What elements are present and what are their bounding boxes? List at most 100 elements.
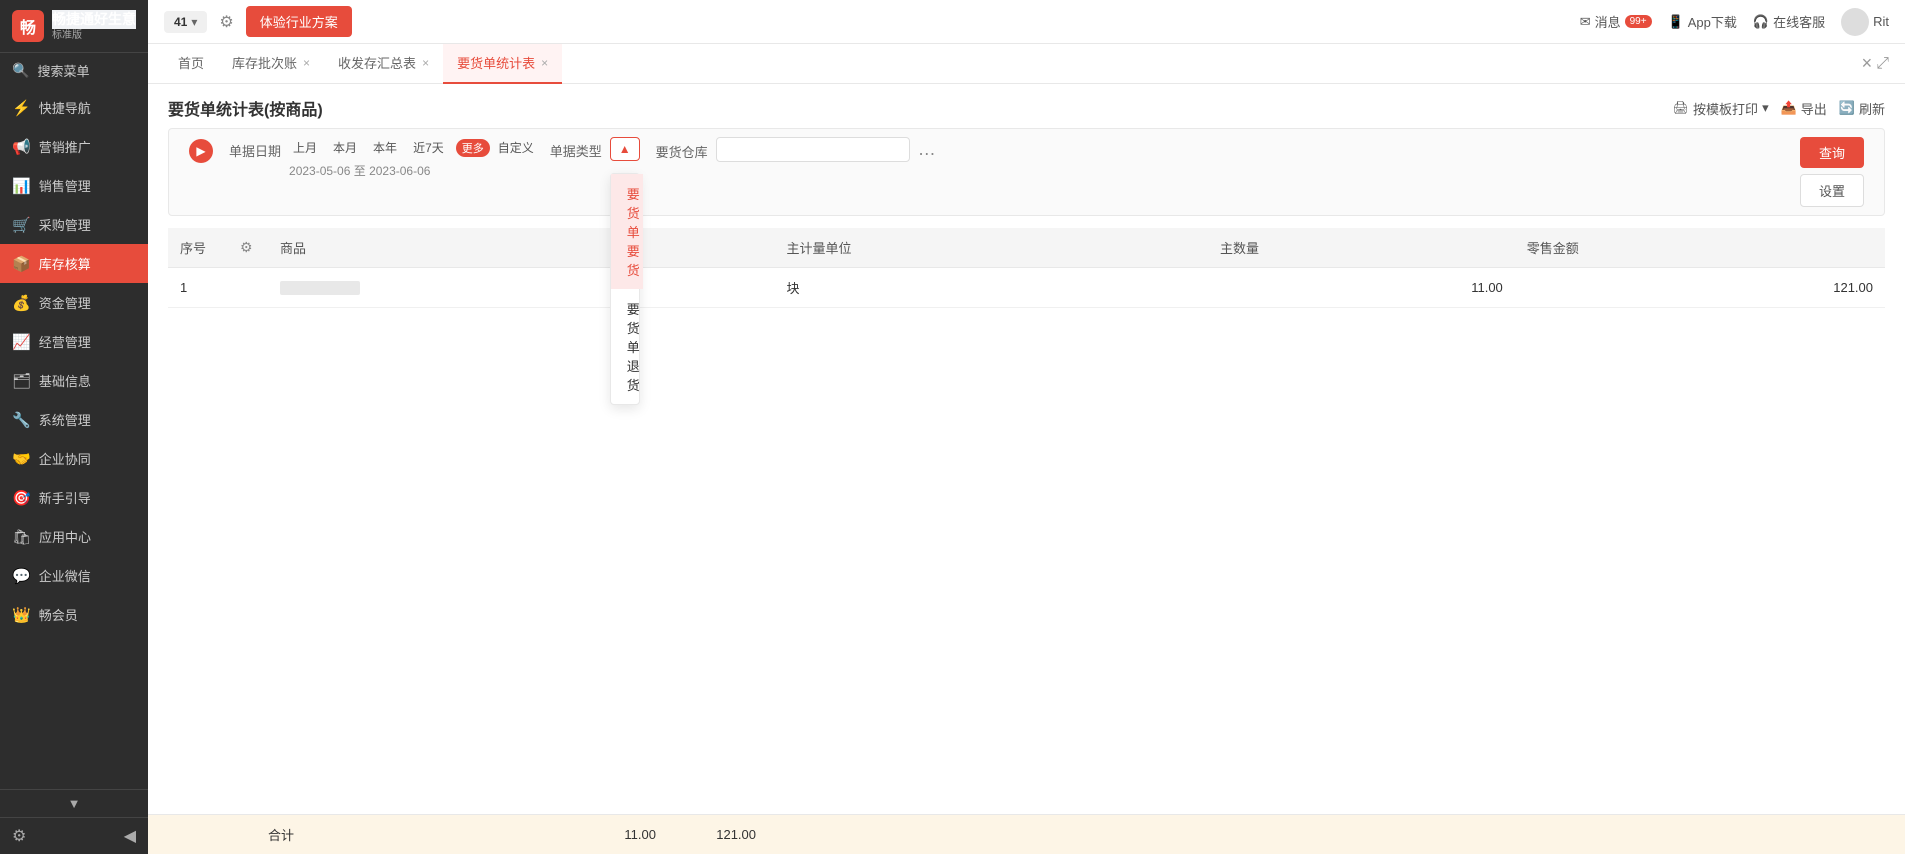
sidebar-item-finance[interactable]: 💰资金管理 [0, 283, 148, 322]
sidebar-item-sales[interactable]: 📊销售管理 [0, 166, 148, 205]
type-filter-input[interactable]: ▲ [610, 137, 640, 161]
sidebar: 畅 畅捷通好生意 标准版 🔍 搜索菜单 ⚡ 快捷导航 📢营销推广📊销售管理🛒采购管理… [0, 0, 148, 854]
date-filter-label: 单据日期 [229, 141, 281, 160]
type-option-return[interactable]: 要货单退货 [611, 289, 643, 404]
logo-icon: 畅 [12, 10, 44, 42]
online-service-btn[interactable]: 🎧 在线客服 [1753, 12, 1825, 31]
close-all-tabs-btn[interactable]: × [1862, 53, 1873, 74]
table-footer: 合计 11.00 121.00 [148, 814, 1905, 854]
message-icon: ✉ [1580, 14, 1591, 30]
tab-batch-close[interactable]: × [303, 56, 310, 70]
tab-summary-close[interactable]: × [422, 56, 429, 70]
logo-main: 畅捷通好生意 [52, 10, 136, 28]
date-custom-btn[interactable]: 自定义 [498, 139, 534, 156]
quick-icon: ⚡ [12, 99, 31, 117]
sidebar-item-newbie[interactable]: 🎯新手引导 [0, 478, 148, 517]
col-settings-icon[interactable]: ⚙ [240, 239, 253, 255]
row-unit: 块 [774, 268, 1207, 308]
warehouse-filter-label: 要货仓库 [656, 142, 708, 161]
sidebar-item-operation[interactable]: 📈经营管理 [0, 322, 148, 361]
col-amount-header: 零售金额 [1515, 228, 1885, 268]
tab-expand-btn[interactable]: ⤢ [1876, 55, 1889, 73]
filter-actions: 查询 设置 [1800, 137, 1864, 207]
tab-batch[interactable]: 库存批次账 × [218, 44, 324, 84]
tab-request-close[interactable]: × [541, 56, 548, 70]
date-more-btn[interactable]: 更多 [456, 139, 490, 157]
filter-expand-btn[interactable]: ▶ [189, 139, 213, 163]
printer-icon: 🖨 [1673, 100, 1690, 116]
sidebar-item-inventory[interactable]: 📦 库存核算 [0, 244, 148, 283]
col-unit-header: 主计量单位 [774, 228, 1207, 268]
breadcrumb-chevron: ▾ [191, 15, 197, 29]
sidebar-item-quick[interactable]: ⚡ 快捷导航 [0, 88, 148, 127]
date-filter-group: 单据日期 上月 本月 本年 近7天 更多 自定义 2023-05-06 至 20… [229, 137, 534, 179]
sidebar-item-label-operation: 经营管理 [39, 332, 91, 351]
tab-summary[interactable]: 收发存汇总表 × [324, 44, 443, 84]
finance-icon: 💰 [12, 294, 31, 312]
sidebar-item-label-purchase: 采购管理 [39, 215, 91, 234]
sidebar-item-label-quick: 快捷导航 [39, 98, 91, 117]
sales-icon: 📊 [12, 177, 31, 195]
export-btn[interactable]: 📤 导出 [1781, 99, 1827, 118]
warehouse-filter-group: 要货仓库 … [656, 137, 936, 162]
date-this-year[interactable]: 本年 [369, 137, 401, 158]
sidebar-item-system[interactable]: 🔧 系统管理 [0, 400, 148, 439]
sidebar-footer: ⚙ ◀ [0, 817, 148, 854]
refresh-btn[interactable]: 🔄 刷新 [1839, 99, 1885, 118]
sidebar-scroll-down[interactable]: ▼ [0, 789, 148, 817]
type-dropdown-arrow: ▲ [619, 142, 631, 156]
sidebar-item-marketing[interactable]: 📢营销推广 [0, 127, 148, 166]
date-last-month[interactable]: 上月 [289, 137, 321, 158]
footer-total-qty: 11.00 [568, 827, 668, 842]
sidebar-item-label-inventory: 库存核算 [39, 254, 91, 273]
sidebar-item-appstore[interactable]: 🛍应用中心 [0, 517, 148, 556]
search-menu-btn[interactable]: 🔍 搜索菜单 [0, 53, 148, 88]
col-settings-header[interactable]: ⚙ [228, 228, 268, 268]
sidebar-item-purchase[interactable]: 🛒采购管理 [0, 205, 148, 244]
date-range-display: 2023-05-06 至 2023-06-06 [289, 162, 534, 179]
message-btn[interactable]: ✉ 消息 99+ [1580, 12, 1652, 31]
sidebar-nav: ⚡ 快捷导航 📢营销推广📊销售管理🛒采购管理 📦 库存核算 💰资金管理📈经营管理🗂基础信息… [0, 88, 148, 789]
col-product-header: 商品 [268, 228, 774, 268]
tab-request[interactable]: 要货单统计表 × [443, 44, 562, 84]
logo-text: 畅捷通好生意 标准版 [52, 10, 136, 41]
sidebar-item-wechat[interactable]: 💬企业微信 [0, 556, 148, 595]
sidebar-item-label-system: 系统管理 [39, 410, 91, 429]
app-download-btn[interactable]: 📱 App下载 [1668, 12, 1737, 31]
tab-home[interactable]: 首页 [164, 44, 218, 84]
table-row: 1 块 11.00 121.00 [168, 268, 1885, 308]
message-badge: 99+ [1625, 15, 1652, 28]
search-menu-label: 搜索菜单 [37, 61, 89, 80]
col-qty-header: 主数量 [1208, 228, 1515, 268]
date-this-month[interactable]: 本月 [329, 137, 361, 158]
col-seq-header: 序号 [168, 228, 228, 268]
sidebar-item-enterprise[interactable]: 🤝企业协同 [0, 439, 148, 478]
user-area[interactable]: Rit [1841, 8, 1889, 36]
filter-settings-btn[interactable]: 设置 [1800, 174, 1864, 207]
sidebar-collapse-icon[interactable]: ◀ [124, 826, 136, 846]
warehouse-filter-input[interactable] [716, 137, 910, 162]
topbar-right: ✉ 消息 99+ 📱 App下载 🎧 在线客服 Rit [1580, 8, 1889, 36]
tabs-bar: 首页 库存批次账 × 收发存汇总表 × 要货单统计表 × × ⤢ [148, 44, 1905, 84]
inventory-icon: 📦 [12, 255, 31, 273]
search-icon: 🔍 [12, 62, 29, 79]
sidebar-item-member[interactable]: 👑畅会员 [0, 595, 148, 634]
logo-sub: 标准版 [52, 29, 136, 42]
row-qty: 11.00 [1208, 268, 1515, 308]
date-last-7[interactable]: 近7天 [409, 137, 448, 158]
footer-total-label: 合计 [268, 825, 468, 844]
system-icon: 🔧 [12, 411, 31, 429]
sidebar-settings-icon[interactable]: ⚙ [12, 826, 26, 846]
query-btn[interactable]: 查询 [1800, 137, 1864, 168]
print-label: 按模板打印 [1693, 99, 1758, 118]
type-filter-group: 单据类型 ▲ 要货单要货 要货单退货 [550, 137, 640, 161]
topbar-breadcrumb[interactable]: 41 ▾ [164, 11, 207, 33]
print-btn[interactable]: 🖨 按模板打印 ▾ [1673, 99, 1769, 118]
topbar-gear-icon[interactable]: ⚙ [219, 12, 233, 32]
sidebar-item-label-basic: 基础信息 [39, 371, 91, 390]
type-option-order[interactable]: 要货单要货 [611, 174, 643, 289]
sidebar-item-basic[interactable]: 🗂基础信息 [0, 361, 148, 400]
trial-btn[interactable]: 体验行业方案 [246, 6, 352, 37]
appstore-icon: 🛍 [12, 528, 31, 546]
filter-more-icon[interactable]: … [918, 139, 936, 160]
